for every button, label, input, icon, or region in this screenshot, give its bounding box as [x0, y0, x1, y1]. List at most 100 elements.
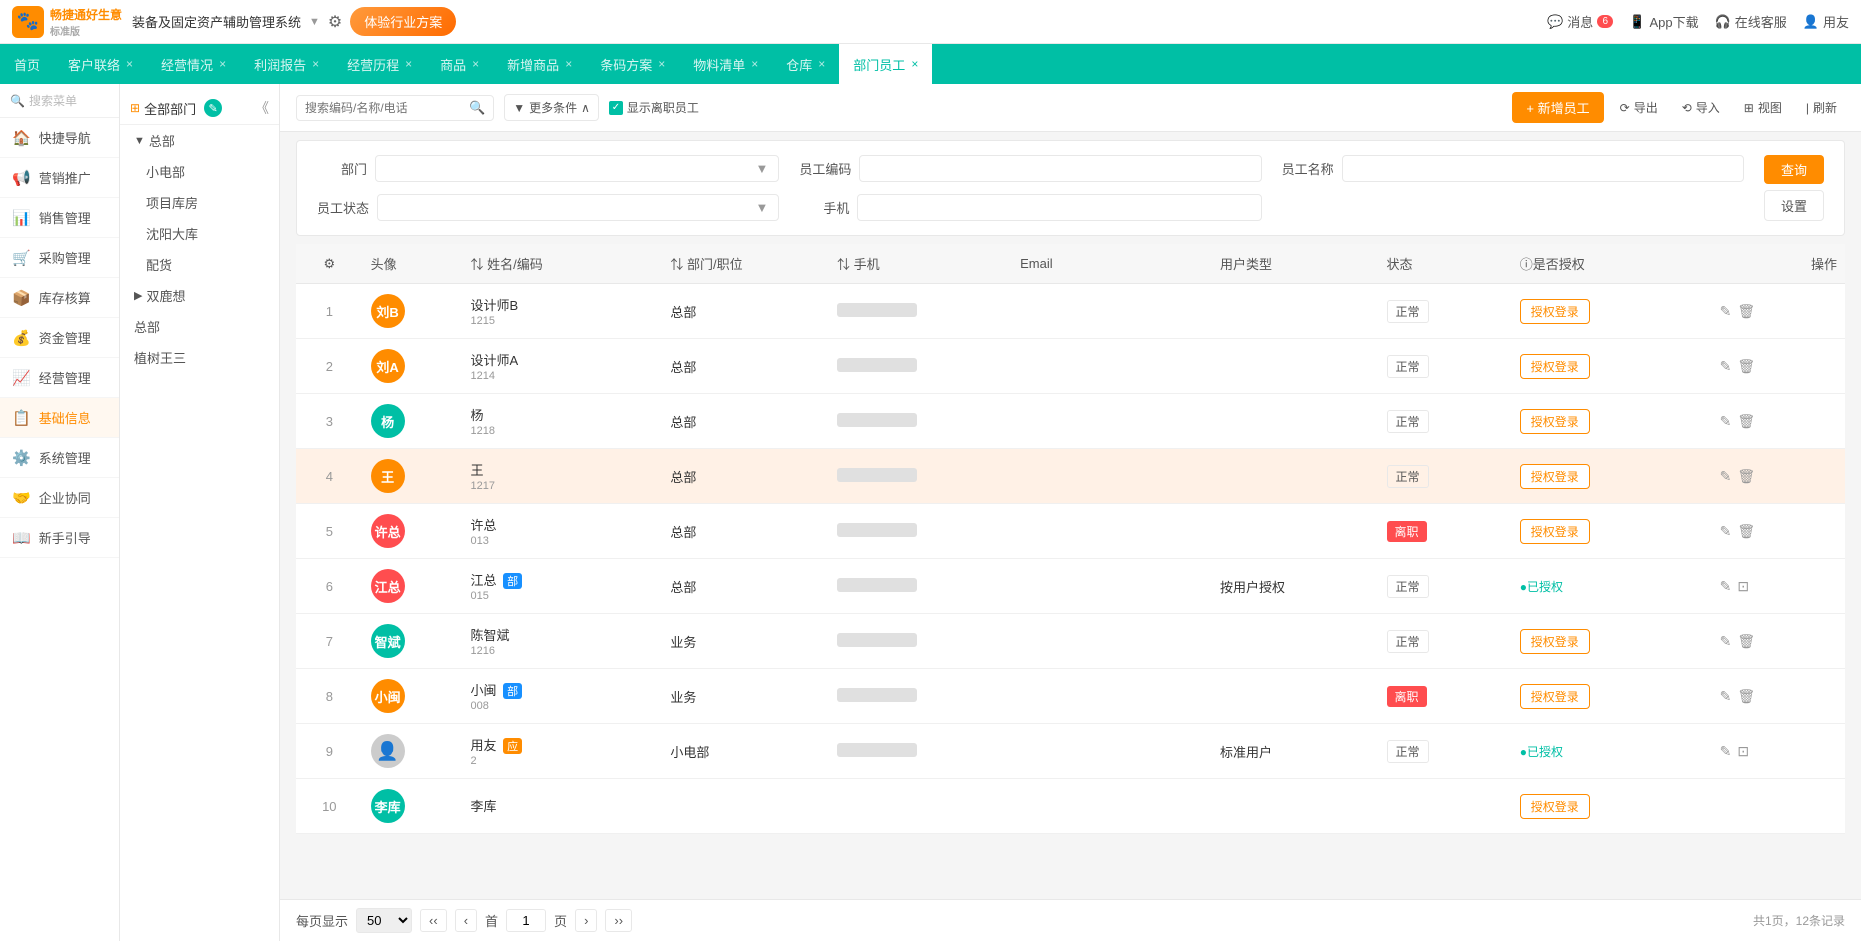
tab-add-goods[interactable]: 新增商品 × — [493, 44, 586, 84]
dept-item-shuanglu[interactable]: ▶ 双鹿想 — [120, 280, 279, 311]
sidebar-item-sales[interactable]: 📊 销售管理 — [0, 198, 119, 238]
tab-warehouse[interactable]: 仓库 × — [772, 44, 839, 84]
edit-dept-icon[interactable]: ✎ — [204, 99, 222, 117]
th-dept[interactable]: ⇅ 部门/职位 — [662, 244, 829, 284]
edit-icon[interactable]: ✎ — [1720, 688, 1732, 705]
emp-code-input[interactable] — [859, 155, 1261, 182]
close-icon[interactable]: × — [472, 57, 479, 71]
sidebar-item-system[interactable]: ⚙️ 系统管理 — [0, 438, 119, 478]
message-button[interactable]: 💬 消息 6 — [1547, 12, 1613, 31]
close-icon[interactable]: × — [565, 57, 572, 71]
auth-login-button[interactable]: 授权登录 — [1520, 354, 1590, 379]
per-page-select[interactable]: 50 20 100 — [356, 908, 412, 933]
reset-button[interactable]: 设置 — [1764, 190, 1824, 221]
sidebar-item-collab[interactable]: 🤝 企业协同 — [0, 478, 119, 518]
current-page-input[interactable] — [506, 909, 546, 932]
add-employee-button[interactable]: + 新增员工 — [1512, 92, 1603, 123]
edit-icon[interactable]: ✎ — [1720, 468, 1732, 485]
sidebar-search[interactable]: 🔍 搜索菜单 — [0, 84, 119, 118]
delete-icon[interactable]: 🗑 — [1737, 468, 1755, 485]
auth-login-button[interactable]: 授权登录 — [1520, 519, 1590, 544]
search-box[interactable]: 🔍 — [296, 95, 494, 121]
delete-icon[interactable]: 🗑 — [1737, 688, 1755, 705]
next-page-button[interactable]: › — [575, 909, 597, 932]
sidebar-item-operation[interactable]: 📈 经营管理 — [0, 358, 119, 398]
search-input[interactable] — [305, 101, 465, 115]
close-icon[interactable]: × — [312, 57, 319, 71]
close-icon[interactable]: × — [818, 57, 825, 71]
prev-page-button[interactable]: ‹ — [455, 909, 477, 932]
last-page-button[interactable]: ›› — [605, 909, 632, 932]
delete-icon[interactable]: 🗑 — [1737, 633, 1755, 650]
emp-name-input[interactable] — [1342, 155, 1744, 182]
online-service-button[interactable]: 🎧 在线客服 — [1715, 12, 1787, 31]
trial-button[interactable]: 体验行业方案 — [350, 7, 456, 36]
export-button[interactable]: ⟳ 导出 — [1612, 95, 1666, 120]
collapse-icon[interactable]: 《 — [255, 98, 269, 118]
th-settings[interactable]: ⚙ — [296, 244, 363, 284]
auth-login-button[interactable]: 授权登录 — [1520, 629, 1590, 654]
sidebar-item-marketing[interactable]: 📢 营销推广 — [0, 158, 119, 198]
import-button[interactable]: ⟲ 导入 — [1674, 95, 1728, 120]
edit-icon[interactable]: ✎ — [1720, 303, 1732, 320]
phone-input[interactable] — [857, 194, 1261, 221]
close-icon[interactable]: × — [658, 57, 665, 71]
copy-icon[interactable]: ⊡ — [1737, 578, 1749, 595]
tab-home[interactable]: 首页 — [0, 44, 54, 84]
delete-icon[interactable]: 🗑 — [1737, 303, 1755, 320]
edit-icon[interactable]: ✎ — [1720, 523, 1732, 540]
close-icon[interactable]: × — [126, 57, 133, 71]
sidebar-item-guide[interactable]: 📖 新手引导 — [0, 518, 119, 558]
tab-profit[interactable]: 利润报告 × — [240, 44, 333, 84]
dropdown-arrow-icon[interactable]: ▼ — [309, 16, 320, 28]
copy-icon[interactable]: ⊡ — [1737, 743, 1749, 760]
delete-icon[interactable]: 🗑 — [1737, 358, 1755, 375]
close-icon[interactable]: × — [219, 57, 226, 71]
edit-icon[interactable]: ✎ — [1720, 578, 1732, 595]
show-resign-toggle[interactable]: ✓ 显示离职员工 — [609, 99, 699, 116]
user-menu[interactable]: 👤 用友 — [1803, 12, 1849, 31]
sidebar-item-shortcut[interactable]: 🏠 快捷导航 — [0, 118, 119, 158]
dept-item-headquarter2[interactable]: 总部 — [120, 311, 279, 342]
delete-icon[interactable]: 🗑 — [1737, 413, 1755, 430]
first-page-button[interactable]: ‹‹ — [420, 909, 447, 932]
th-phone[interactable]: ⇅ 手机 — [829, 244, 1012, 284]
close-icon[interactable]: × — [911, 57, 918, 71]
tab-bom[interactable]: 物料清单 × — [679, 44, 772, 84]
tab-customer[interactable]: 客户联络 × — [54, 44, 147, 84]
dept-item-headquarter-root[interactable]: ▼ 总部 — [120, 125, 279, 156]
sidebar-item-purchase[interactable]: 🛒 采购管理 — [0, 238, 119, 278]
settings-icon[interactable]: ⚙ — [328, 12, 342, 32]
auth-login-button[interactable]: 授权登录 — [1520, 409, 1590, 434]
sidebar-item-inventory[interactable]: 📦 库存核算 — [0, 278, 119, 318]
auth-login-button[interactable]: 授权登录 — [1520, 794, 1590, 819]
dept-filter-select[interactable]: ▼ — [375, 155, 779, 182]
auth-login-button[interactable]: 授权登录 — [1520, 684, 1590, 709]
th-name[interactable]: ⇅ 姓名/编码 — [463, 244, 663, 284]
dept-item-small-electric[interactable]: 小电部 — [120, 156, 279, 187]
tab-history[interactable]: 经营历程 × — [333, 44, 426, 84]
edit-icon[interactable]: ✎ — [1720, 413, 1732, 430]
more-filter-button[interactable]: ▼ 更多条件 ∧ — [504, 94, 599, 121]
dept-item-zhishu[interactable]: 植树王三 — [120, 342, 279, 373]
delete-icon[interactable]: 🗑 — [1737, 523, 1755, 540]
dept-item-shenyang[interactable]: 沈阳大库 — [120, 218, 279, 249]
query-button[interactable]: 查询 — [1764, 155, 1824, 184]
tab-business[interactable]: 经营情况 × — [147, 44, 240, 84]
print-button[interactable]: | 刷新 — [1798, 95, 1845, 120]
tab-goods[interactable]: 商品 × — [426, 44, 493, 84]
edit-icon[interactable]: ✎ — [1720, 358, 1732, 375]
close-icon[interactable]: × — [751, 57, 758, 71]
edit-icon[interactable]: ✎ — [1720, 633, 1732, 650]
edit-icon[interactable]: ✎ — [1720, 743, 1732, 760]
app-download-button[interactable]: 📱 App下载 — [1629, 12, 1698, 31]
dept-item-project-warehouse[interactable]: 项目库房 — [120, 187, 279, 218]
views-button[interactable]: ⊞ 视图 — [1736, 95, 1790, 120]
sidebar-item-finance[interactable]: 💰 资金管理 — [0, 318, 119, 358]
tab-barcode[interactable]: 条码方案 × — [586, 44, 679, 84]
auth-login-button[interactable]: 授权登录 — [1520, 299, 1590, 324]
tab-department-staff[interactable]: 部门员工 × — [839, 44, 932, 84]
auth-login-button[interactable]: 授权登录 — [1520, 464, 1590, 489]
dept-item-distribution[interactable]: 配货 — [120, 249, 279, 280]
emp-status-select[interactable]: ▼ — [377, 194, 779, 221]
